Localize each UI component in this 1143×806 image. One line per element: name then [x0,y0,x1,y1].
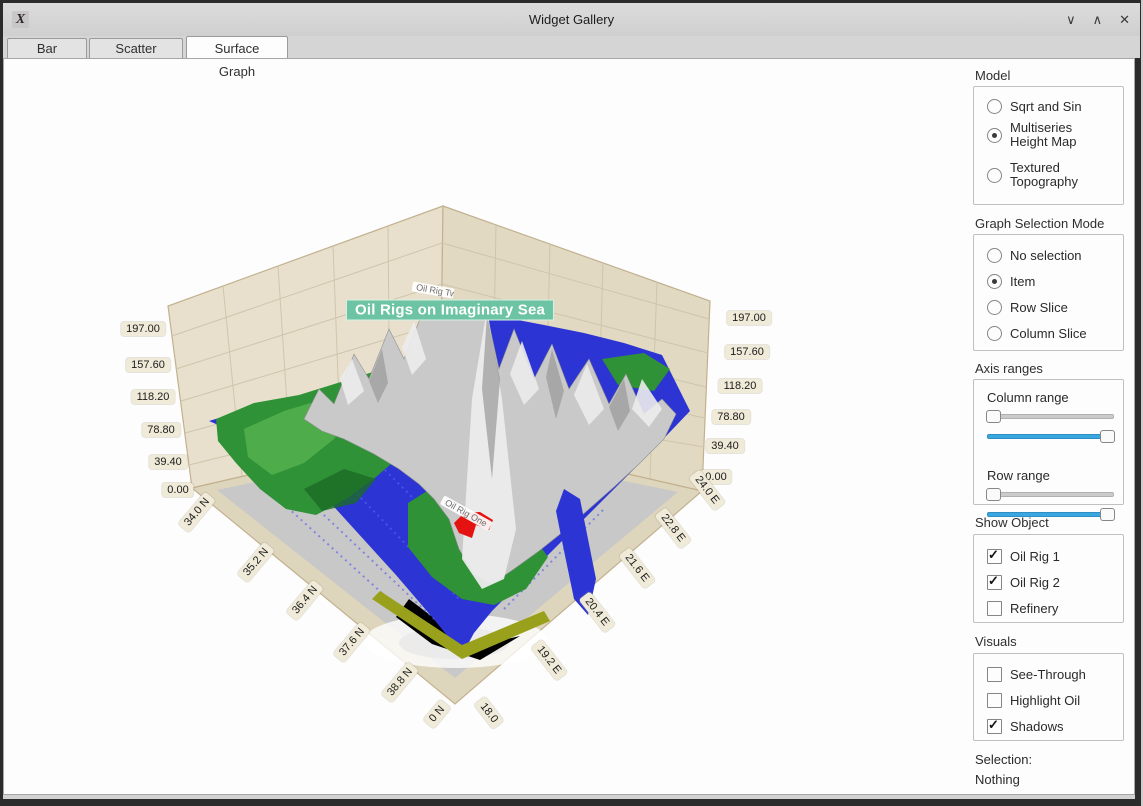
show-object-item-1[interactable]: Oil Rig 2 [987,575,1060,590]
column-range-label: Column range [987,390,1069,405]
chart-title-label: Oil Rigs on Imaginary Sea [346,300,554,321]
visuals-checkbox-0[interactable] [987,667,1002,682]
visuals-label-0: See-Through [1010,668,1086,682]
selection-mode-group-box: No selection Item Row Slice Column Slice [973,234,1124,351]
window-title: Widget Gallery [3,12,1140,27]
radio-dot [992,133,997,138]
model-group-title: Model [975,68,1010,83]
value-axis-tick-left-0: 197.00 [121,322,165,336]
model-group-box: Sqrt and Sin MultiseriesHeight Map Texture… [973,86,1124,205]
model-label-0: Sqrt and Sin [1010,100,1082,114]
value-axis-tick-right-2: 118.20 [719,379,762,393]
value-axis-tick-left-1: 157.60 [126,358,170,372]
show-object-label-1: Oil Rig 2 [1010,576,1060,590]
row-range-max-handle[interactable] [1100,508,1115,521]
selection-mode-group-title: Graph Selection Mode [975,216,1104,231]
model-radio-2[interactable] [987,168,1002,183]
row-range-label: Row range [987,468,1050,483]
column-range-min-slider[interactable] [987,410,1114,423]
selection-mode-radio-0[interactable] [987,248,1002,263]
radio-dot [992,279,997,284]
axis-ranges-group-box: Column range Row range [973,379,1124,505]
window-footer [3,795,1135,799]
model-option-1[interactable]: MultiseriesHeight Map [987,121,1076,149]
show-object-checkbox-2[interactable] [987,601,1002,616]
show-object-label-2: Refinery [1010,602,1058,616]
show-object-group-title: Show Object [975,515,1049,530]
show-object-checkbox-0[interactable] [987,549,1002,564]
column-range-min-track [987,414,1114,419]
value-axis-tick-right-0: 197.00 [727,311,771,325]
selection-mode-option-0[interactable]: No selection [987,248,1082,263]
window-controls: ∨ ∧ ✕ [1066,3,1130,36]
tab-bar: Bar GraphScatter GraphSurface Graph [3,36,1140,58]
selection-status-value: Nothing [975,772,1020,787]
selection-mode-label-1: Item [1010,275,1035,289]
column-range-min-handle[interactable] [986,410,1001,423]
row-range-min-handle[interactable] [986,488,1001,501]
tab-scatter-graph[interactable]: Scatter Graph [89,38,183,58]
value-axis-tick-right-4: 39.40 [706,439,744,453]
value-axis-tick-right-1: 157.60 [725,345,769,359]
value-axis-tick-right-3: 78.80 [712,410,750,424]
row-range-min-slider[interactable] [987,488,1114,501]
value-axis-tick-left-5: 0.00 [162,483,193,497]
visuals-checkbox-2[interactable] [987,719,1002,734]
maximize-icon[interactable]: ∧ [1093,13,1103,26]
model-option-0[interactable]: Sqrt and Sin [987,99,1082,114]
selection-status-label: Selection: [975,752,1032,767]
visuals-group-box: See-Through Highlight Oil Shadows [973,653,1124,741]
value-axis-tick-left-4: 39.40 [149,455,187,469]
app-icon: X [12,11,29,28]
tab-bar-graph[interactable]: Bar Graph [7,38,87,58]
visuals-item-0[interactable]: See-Through [987,667,1086,682]
selection-mode-option-3[interactable]: Column Slice [987,326,1087,341]
visuals-item-2[interactable]: Shadows [987,719,1063,734]
selection-mode-option-2[interactable]: Row Slice [987,300,1068,315]
minimize-icon[interactable]: ∨ [1066,13,1076,26]
model-label-1: MultiseriesHeight Map [1010,121,1076,149]
selection-mode-radio-2[interactable] [987,300,1002,315]
model-label-2: TexturedTopography [1010,161,1078,189]
visuals-label-2: Shadows [1010,720,1063,734]
selection-mode-label-2: Row Slice [1010,301,1068,315]
control-panel: Model Sqrt and Sin MultiseriesHeight Map T… [967,58,1137,795]
selection-mode-option-1[interactable]: Item [987,274,1035,289]
model-radio-1[interactable] [987,128,1002,143]
show-object-item-2[interactable]: Refinery [987,601,1058,616]
title-bar[interactable]: X Widget Gallery ∨ ∧ ✕ [3,3,1140,36]
show-object-group-box: Oil Rig 1 Oil Rig 2 Refinery [973,534,1124,623]
selection-mode-label-0: No selection [1010,249,1082,263]
tab-surface-graph[interactable]: Surface Graph [186,36,288,58]
column-range-max-handle[interactable] [1100,430,1115,443]
visuals-checkbox-1[interactable] [987,693,1002,708]
value-axis-tick-left-2: 118.20 [132,390,175,404]
selection-mode-radio-3[interactable] [987,326,1002,341]
close-icon[interactable]: ✕ [1119,13,1130,26]
row-range-min-track [987,492,1114,497]
visuals-label-1: Highlight Oil [1010,694,1080,708]
column-range-max-slider[interactable] [987,430,1114,443]
visuals-item-1[interactable]: Highlight Oil [987,693,1080,708]
visuals-group-title: Visuals [975,634,1017,649]
show-object-label-0: Oil Rig 1 [1010,550,1060,564]
model-option-2[interactable]: TexturedTopography [987,161,1078,189]
selection-mode-label-3: Column Slice [1010,327,1087,341]
value-axis-tick-left-3: 78.80 [142,423,180,437]
selection-mode-radio-1[interactable] [987,274,1002,289]
axis-ranges-group-title: Axis ranges [975,361,1043,376]
column-range-max-track [987,434,1114,439]
model-radio-0[interactable] [987,99,1002,114]
show-object-item-0[interactable]: Oil Rig 1 [987,549,1060,564]
show-object-checkbox-1[interactable] [987,575,1002,590]
